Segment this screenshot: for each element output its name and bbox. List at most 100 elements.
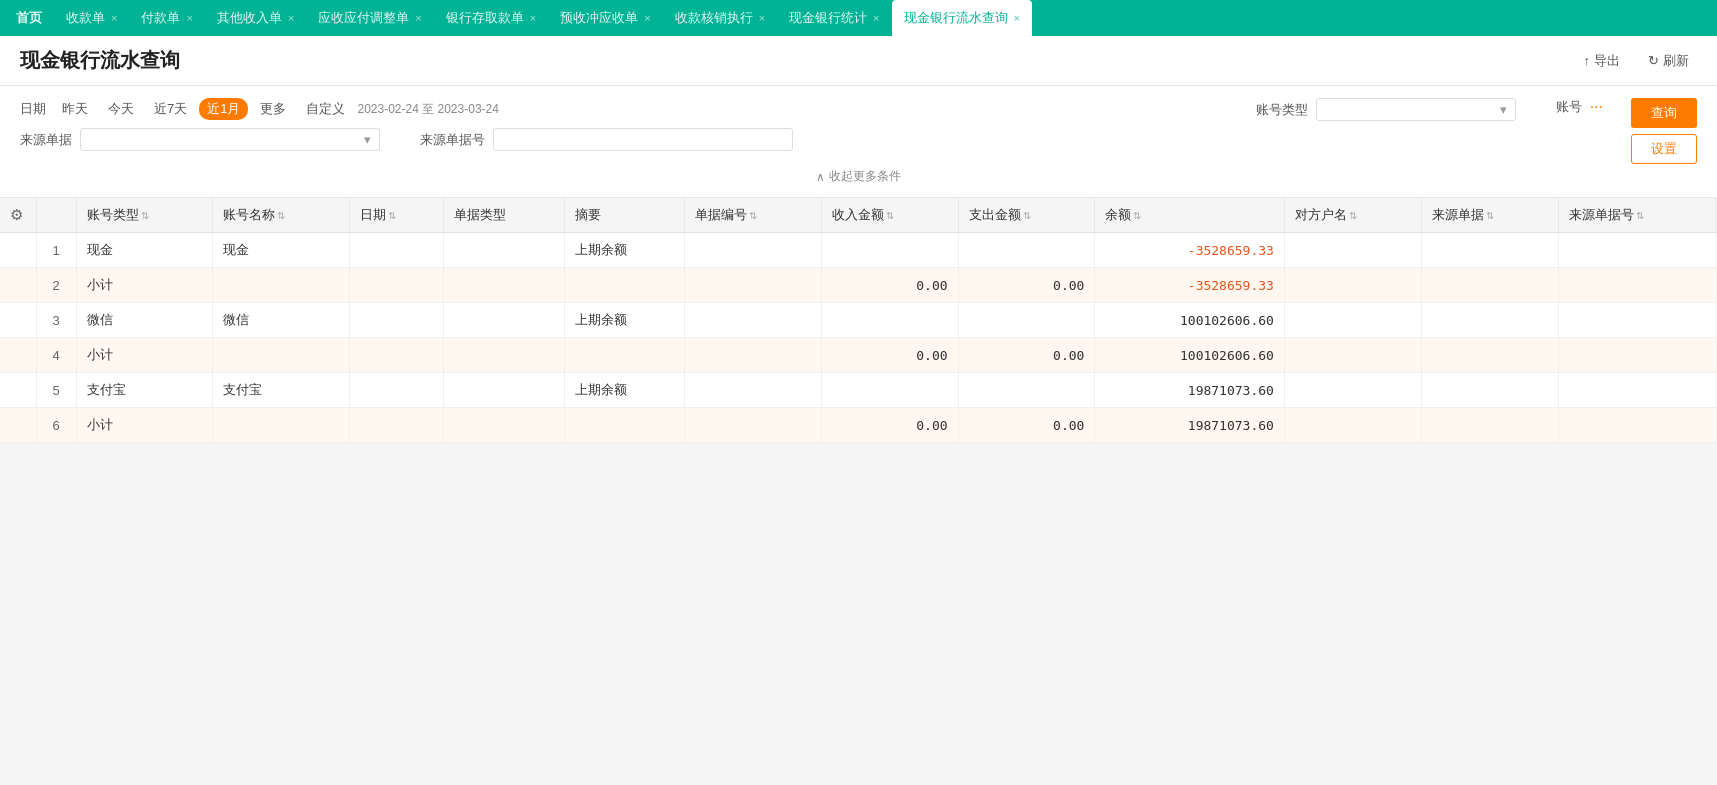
cell-docNo-4 xyxy=(684,373,821,408)
tab-close-payment[interactable]: × xyxy=(186,12,192,24)
date-options: 昨天今天近7天近1月更多自定义 xyxy=(54,98,353,120)
tab-close-other-income[interactable]: × xyxy=(288,12,294,24)
cell-counterparty-4 xyxy=(1284,373,1421,408)
tab-close-cash-stat[interactable]: × xyxy=(873,12,879,24)
cell-date-4 xyxy=(350,373,444,408)
column-balance[interactable]: 余额⇅ xyxy=(1095,198,1284,233)
row-gear-3 xyxy=(0,338,36,373)
cell-accountType-2: 微信 xyxy=(76,303,213,338)
source-doc-num-input[interactable] xyxy=(493,128,793,151)
cell-sourceDoc-5 xyxy=(1421,408,1558,443)
nav-tab-receipt[interactable]: 收款单× xyxy=(54,0,129,36)
account-dots-button[interactable]: ··· xyxy=(1590,98,1603,116)
cell-accountType-0: 现金 xyxy=(76,233,213,268)
tab-close-verify-exec[interactable]: × xyxy=(759,12,765,24)
account-type-label: 账号类型 xyxy=(1256,101,1308,119)
date-option-近1月[interactable]: 近1月 xyxy=(199,98,248,120)
export-button[interactable]: ↑ 导出 xyxy=(1576,48,1629,74)
tab-close-receipt[interactable]: × xyxy=(111,12,117,24)
nav-tab-bank-deposit[interactable]: 银行存取款单× xyxy=(434,0,548,36)
nav-tab-cash-stat[interactable]: 现金银行统计× xyxy=(777,0,891,36)
date-option-今天[interactable]: 今天 xyxy=(100,98,142,120)
cell-summary-1 xyxy=(564,268,684,303)
nav-tab-payment[interactable]: 付款单× xyxy=(129,0,204,36)
nav-tab-ar-ap-adjust[interactable]: 应收应付调整单× xyxy=(306,0,433,36)
row-gear-0 xyxy=(0,233,36,268)
query-button[interactable]: 查询 xyxy=(1631,98,1697,128)
cell-docNo-1 xyxy=(684,268,821,303)
header-actions: ↑ 导出 ↻ 刷新 xyxy=(1576,48,1698,74)
date-option-自定义[interactable]: 自定义 xyxy=(298,98,353,120)
cell-expense-5: 0.00 xyxy=(958,408,1095,443)
column-counterparty[interactable]: 对方户名⇅ xyxy=(1284,198,1421,233)
table-body: 1现金现金上期余额-3528659.332小计0.000.00-3528659.… xyxy=(0,233,1717,443)
date-filter-row: 日期 昨天今天近7天近1月更多自定义 2023-02-24 至 2023-03-… xyxy=(20,98,1216,120)
column-docNo[interactable]: 单据编号⇅ xyxy=(684,198,821,233)
cell-summary-2: 上期余额 xyxy=(564,303,684,338)
nav-tab-cash-flow[interactable]: 现金银行流水查询× xyxy=(892,0,1032,36)
cell-accountName-2: 微信 xyxy=(213,303,350,338)
date-range: 2023-02-24 至 2023-03-24 xyxy=(357,101,498,118)
cell-summary-0: 上期余额 xyxy=(564,233,684,268)
nav-tab-other-income[interactable]: 其他收入单× xyxy=(205,0,306,36)
refresh-icon: ↻ xyxy=(1648,53,1659,68)
row-gear-4 xyxy=(0,373,36,408)
cell-accountType-1: 小计 xyxy=(76,268,213,303)
cell-balance-5: 19871073.60 xyxy=(1095,408,1284,443)
cell-docType-2 xyxy=(444,303,564,338)
tab-close-cash-flow[interactable]: × xyxy=(1014,12,1020,24)
account-type-select[interactable]: ▾ xyxy=(1316,98,1516,121)
cell-expense-2 xyxy=(958,303,1095,338)
cell-income-2 xyxy=(821,303,958,338)
cell-sourceDocNo-4 xyxy=(1558,373,1716,408)
cell-income-5: 0.00 xyxy=(821,408,958,443)
cell-date-5 xyxy=(350,408,444,443)
cell-balance-2: 100102606.60 xyxy=(1095,303,1284,338)
cell-sourceDoc-1 xyxy=(1421,268,1558,303)
cell-date-2 xyxy=(350,303,444,338)
cell-docNo-3 xyxy=(684,338,821,373)
page-title: 现金银行流水查询 xyxy=(20,47,180,74)
nav-tab-home[interactable]: 首页 xyxy=(4,0,54,36)
collapse-bar[interactable]: ∧ 收起更多条件 xyxy=(20,164,1697,185)
cell-expense-4 xyxy=(958,373,1095,408)
column-accountName[interactable]: 账号名称⇅ xyxy=(213,198,350,233)
cell-income-1: 0.00 xyxy=(821,268,958,303)
column-income[interactable]: 收入金额⇅ xyxy=(821,198,958,233)
cell-expense-3: 0.00 xyxy=(958,338,1095,373)
column-sourceDocNo[interactable]: 来源单据号⇅ xyxy=(1558,198,1716,233)
account-type-filter-row: 账号类型 ▾ xyxy=(1256,98,1516,121)
table-row: 3微信微信上期余额100102606.60 xyxy=(0,303,1717,338)
data-table: ⚙账号类型⇅账号名称⇅日期⇅单据类型摘要单据编号⇅收入金额⇅支出金额⇅余额⇅对方… xyxy=(0,198,1717,443)
source-doc-label: 来源单据 xyxy=(20,131,72,149)
table-header: ⚙账号类型⇅账号名称⇅日期⇅单据类型摘要单据编号⇅收入金额⇅支出金额⇅余额⇅对方… xyxy=(0,198,1717,233)
cell-accountType-5: 小计 xyxy=(76,408,213,443)
date-option-昨天[interactable]: 昨天 xyxy=(54,98,96,120)
table-row: 5支付宝支付宝上期余额19871073.60 xyxy=(0,373,1717,408)
cell-docType-0 xyxy=(444,233,564,268)
cell-income-4 xyxy=(821,373,958,408)
row-num-1: 2 xyxy=(36,268,76,303)
tab-close-advance-offset[interactable]: × xyxy=(644,12,650,24)
column-date[interactable]: 日期⇅ xyxy=(350,198,444,233)
cell-date-0 xyxy=(350,233,444,268)
table-row: 1现金现金上期余额-3528659.33 xyxy=(0,233,1717,268)
nav-tab-verify-exec[interactable]: 收款核销执行× xyxy=(663,0,777,36)
nav-tab-advance-offset[interactable]: 预收冲应收单× xyxy=(548,0,662,36)
tab-close-bank-deposit[interactable]: × xyxy=(530,12,536,24)
cell-docType-4 xyxy=(444,373,564,408)
column-summary: 摘要 xyxy=(564,198,684,233)
table-gear-icon[interactable]: ⚙ xyxy=(10,206,23,223)
date-option-近7天[interactable]: 近7天 xyxy=(146,98,195,120)
refresh-button[interactable]: ↻ 刷新 xyxy=(1640,48,1697,74)
source-doc-select[interactable]: ▾ xyxy=(80,128,380,151)
cell-expense-1: 0.00 xyxy=(958,268,1095,303)
tab-close-ar-ap-adjust[interactable]: × xyxy=(415,12,421,24)
date-option-更多[interactable]: 更多 xyxy=(252,98,294,120)
cell-sourceDocNo-1 xyxy=(1558,268,1716,303)
settings-button[interactable]: 设置 xyxy=(1631,134,1697,164)
table-row: 4小计0.000.00100102606.60 xyxy=(0,338,1717,373)
column-sourceDoc[interactable]: 来源单据⇅ xyxy=(1421,198,1558,233)
column-accountType[interactable]: 账号类型⇅ xyxy=(76,198,213,233)
column-expense[interactable]: 支出金额⇅ xyxy=(958,198,1095,233)
